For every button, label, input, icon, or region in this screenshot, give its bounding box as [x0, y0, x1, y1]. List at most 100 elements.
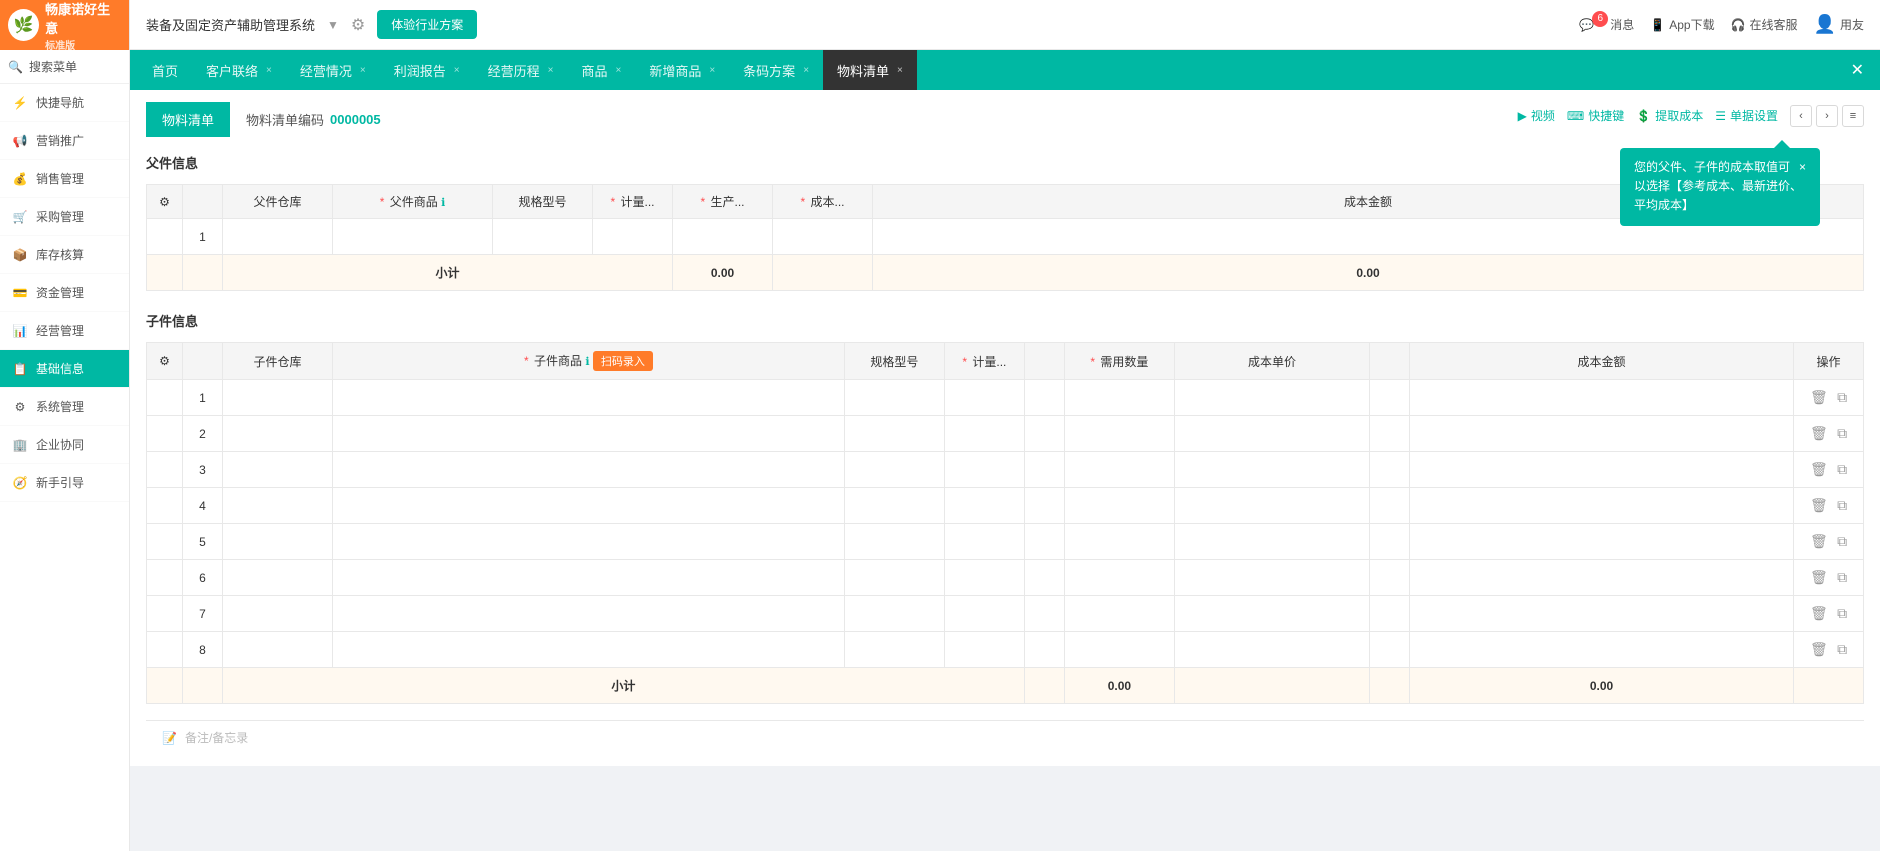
single-settings-btn[interactable]: ☰ 单据设置: [1715, 107, 1778, 124]
child-row8-unit[interactable]: [944, 632, 1024, 668]
tab-bom[interactable]: 物料清单 ×: [823, 50, 917, 90]
child-row5-spec[interactable]: [844, 524, 944, 560]
dropdown-icon[interactable]: ▼: [327, 18, 339, 32]
child-row2-delete-btn[interactable]: 🗑: [1810, 425, 1828, 441]
child-row4-delete-btn[interactable]: 🗑: [1810, 497, 1828, 513]
tab-barcode-close[interactable]: ×: [803, 65, 809, 76]
child-row2-unit-price[interactable]: [1174, 416, 1369, 452]
sidebar-item-quick-nav[interactable]: ⚡ 快捷导航: [0, 84, 129, 122]
child-row8-warehouse[interactable]: [223, 632, 333, 668]
tab-operation-history[interactable]: 经营历程 ×: [474, 50, 568, 90]
tab-operation-status-close[interactable]: ×: [360, 65, 366, 76]
sidebar-item-basic-info[interactable]: 📋 基础信息: [0, 350, 129, 388]
tab-home[interactable]: 首页: [138, 50, 192, 90]
child-row7-warehouse[interactable]: [223, 596, 333, 632]
child-col-settings[interactable]: ⚙: [147, 343, 183, 380]
child-row1-unit[interactable]: [944, 380, 1024, 416]
child-row6-unit-price[interactable]: [1174, 560, 1369, 596]
child-row1-warehouse[interactable]: [223, 380, 333, 416]
sidebar-search[interactable]: 🔍 搜索菜单: [0, 50, 129, 84]
view-btn[interactable]: ▶ 视频: [1518, 107, 1555, 124]
child-row6-delete-btn[interactable]: 🗑: [1810, 569, 1828, 585]
child-row6-product[interactable]: [333, 560, 845, 596]
child-row5-qty[interactable]: [1064, 524, 1174, 560]
sidebar-item-guide[interactable]: 🧭 新手引导: [0, 464, 129, 502]
user-item[interactable]: 👤 用友: [1814, 14, 1864, 35]
scan-button[interactable]: 扫码录入: [593, 351, 653, 371]
child-row5-unit-price[interactable]: [1174, 524, 1369, 560]
menu-arrow[interactable]: ≡: [1842, 105, 1864, 127]
child-row5-unit[interactable]: [944, 524, 1024, 560]
child-row5-copy-btn[interactable]: ⧉: [1837, 533, 1847, 549]
parent-row1-prod[interactable]: [673, 219, 773, 255]
child-row6-spec[interactable]: [844, 560, 944, 596]
child-row4-unit[interactable]: [944, 488, 1024, 524]
child-row4-warehouse[interactable]: [223, 488, 333, 524]
child-row1-product[interactable]: [333, 380, 845, 416]
child-row5-warehouse[interactable]: [223, 524, 333, 560]
sidebar-item-purchase[interactable]: 🛒 采购管理: [0, 198, 129, 236]
sidebar-item-finance[interactable]: 💳 资金管理: [0, 274, 129, 312]
child-row3-qty[interactable]: [1064, 452, 1174, 488]
parent-row1-warehouse[interactable]: [223, 219, 333, 255]
shortcut-btn[interactable]: ⌨ 快捷键: [1567, 107, 1624, 124]
child-row3-unit-price[interactable]: [1174, 452, 1369, 488]
child-row5-product[interactable]: [333, 524, 845, 560]
child-row3-delete-btn[interactable]: 🗑: [1810, 461, 1828, 477]
parent-col-settings[interactable]: ⚙: [147, 185, 183, 219]
child-row6-qty[interactable]: [1064, 560, 1174, 596]
child-row7-product[interactable]: [333, 596, 845, 632]
child-row1-copy-btn[interactable]: ⧉: [1837, 389, 1847, 405]
child-row7-delete-btn[interactable]: 🗑: [1810, 605, 1828, 621]
child-row2-spec[interactable]: [844, 416, 944, 452]
child-row3-warehouse[interactable]: [223, 452, 333, 488]
sidebar-item-system[interactable]: ⚙ 系统管理: [0, 388, 129, 426]
child-row2-warehouse[interactable]: [223, 416, 333, 452]
child-row5-delete-btn[interactable]: 🗑: [1810, 533, 1828, 549]
child-row1-qty[interactable]: [1064, 380, 1174, 416]
child-row6-warehouse[interactable]: [223, 560, 333, 596]
child-row8-qty[interactable]: [1064, 632, 1174, 668]
child-row2-qty[interactable]: [1064, 416, 1174, 452]
parent-row1-spec[interactable]: [493, 219, 593, 255]
child-row8-product[interactable]: [333, 632, 845, 668]
tab-new-product[interactable]: 新增商品 ×: [635, 50, 729, 90]
parent-row1-unit[interactable]: [593, 219, 673, 255]
cost-extract-btn[interactable]: 💲 提取成本: [1636, 107, 1703, 124]
child-row1-delete-btn[interactable]: 🗑: [1810, 389, 1828, 405]
child-row4-copy-btn[interactable]: ⧉: [1837, 497, 1847, 513]
tab-operation-history-close[interactable]: ×: [548, 65, 554, 76]
close-all-tabs[interactable]: ✕: [1843, 60, 1872, 80]
child-row4-unit-price[interactable]: [1174, 488, 1369, 524]
child-row8-copy-btn[interactable]: ⧉: [1837, 641, 1847, 657]
tab-operation-status[interactable]: 经营情况 ×: [286, 50, 380, 90]
child-row2-product[interactable]: [333, 416, 845, 452]
prev-arrow[interactable]: ‹: [1790, 105, 1812, 127]
child-row8-delete-btn[interactable]: 🗑: [1810, 641, 1828, 657]
online-service-item[interactable]: 🎧 在线客服: [1731, 16, 1798, 33]
tab-profit-report[interactable]: 利润报告 ×: [380, 50, 474, 90]
tab-bom-close[interactable]: ×: [897, 65, 903, 76]
parent-row1-product[interactable]: [333, 219, 493, 255]
child-row6-copy-btn[interactable]: ⧉: [1837, 569, 1847, 585]
tab-profit-report-close[interactable]: ×: [454, 65, 460, 76]
sidebar-item-operation[interactable]: 📊 经营管理: [0, 312, 129, 350]
child-row7-spec[interactable]: [844, 596, 944, 632]
child-row7-qty[interactable]: [1064, 596, 1174, 632]
tab-product-close[interactable]: ×: [615, 65, 621, 76]
child-row1-unit-price[interactable]: [1174, 380, 1369, 416]
sidebar-item-inventory[interactable]: 📦 库存核算: [0, 236, 129, 274]
sidebar-item-sales[interactable]: 💰 销售管理: [0, 160, 129, 198]
sidebar-item-enterprise[interactable]: 🏢 企业协同: [0, 426, 129, 464]
next-arrow[interactable]: ›: [1816, 105, 1838, 127]
child-row2-copy-btn[interactable]: ⧉: [1837, 425, 1847, 441]
tab-customer[interactable]: 客户联络 ×: [192, 50, 286, 90]
tab-customer-close[interactable]: ×: [266, 65, 272, 76]
app-download-item[interactable]: 📱 App下载: [1650, 16, 1714, 33]
inner-tab-bom-list[interactable]: 物料清单: [146, 102, 230, 137]
message-item[interactable]: 💬 6 消息: [1579, 16, 1634, 33]
tab-new-product-close[interactable]: ×: [709, 65, 715, 76]
child-row3-copy-btn[interactable]: ⧉: [1837, 461, 1847, 477]
child-row1-spec[interactable]: [844, 380, 944, 416]
child-row4-qty[interactable]: [1064, 488, 1174, 524]
